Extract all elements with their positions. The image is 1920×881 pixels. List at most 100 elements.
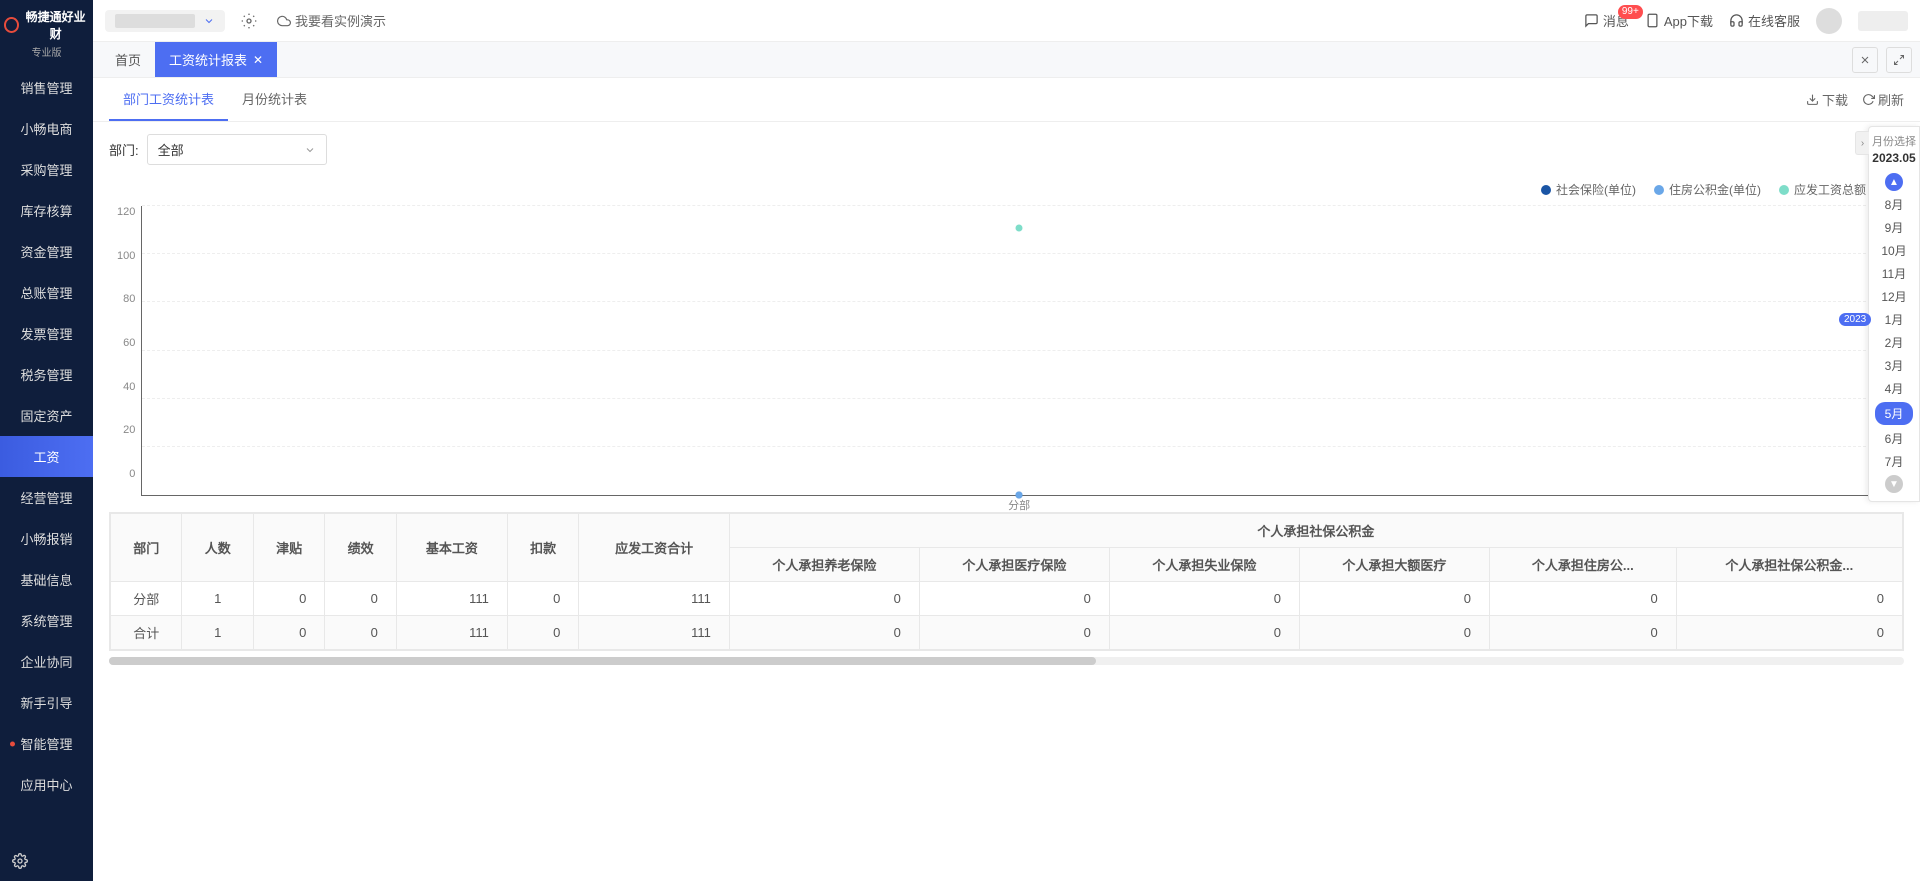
refresh-button[interactable]: 刷新 [1862, 90, 1904, 109]
legend-dot-icon [1541, 185, 1551, 195]
chart-point[interactable] [1016, 492, 1023, 499]
cell-payable: 111 [579, 616, 730, 650]
cell-p_dae: 0 [1299, 582, 1489, 616]
y-tick: 100 [117, 250, 135, 262]
cell-p_yanglao: 0 [729, 582, 919, 616]
fullscreen-button[interactable] [1886, 47, 1912, 73]
tab-label: 首页 [115, 50, 141, 69]
th-allowance: 津贴 [253, 514, 324, 582]
sidebar-item-16[interactable]: 智能管理 [0, 723, 93, 764]
month-item-2[interactable]: 10月 [1869, 239, 1919, 262]
sidebar-item-label: 采购管理 [20, 163, 72, 178]
cell-payable: 111 [579, 582, 730, 616]
cell-count: 1 [182, 616, 253, 650]
avatar[interactable] [1816, 8, 1842, 34]
gear-icon [241, 13, 257, 29]
sidebar-item-label: 基础信息 [20, 573, 72, 588]
th-personal-group: 个人承担社保公积金 [729, 514, 1902, 548]
sidebar-item-4[interactable]: 资金管理 [0, 231, 93, 272]
app-download-button[interactable]: App下载 [1645, 11, 1713, 30]
sidebar-item-8[interactable]: 固定资产 [0, 395, 93, 436]
legend-item[interactable]: 应发工资总额 [1779, 181, 1866, 198]
support-button[interactable]: 在线客服 [1729, 11, 1800, 30]
sidebar-item-7[interactable]: 税务管理 [0, 354, 93, 395]
sidebar-item-13[interactable]: 系统管理 [0, 600, 93, 641]
month-item-3[interactable]: 11月 [1869, 262, 1919, 285]
month-item-9[interactable]: 5月 [1875, 402, 1913, 425]
legend-item[interactable]: 住房公积金(单位) [1654, 181, 1761, 198]
month-scroll-down[interactable]: ▼ [1885, 475, 1903, 493]
th-p-yiliao: 个人承担医疗保险 [919, 548, 1109, 582]
messages-button[interactable]: 消息 99+ [1584, 11, 1629, 30]
th-p-total: 个人承担社保公积金... [1676, 548, 1902, 582]
th-payable: 应发工资合计 [579, 514, 730, 582]
settings-button[interactable] [0, 841, 93, 881]
chart-point[interactable] [1016, 224, 1023, 231]
cell-dept: 合计 [111, 616, 182, 650]
refresh-label: 刷新 [1878, 90, 1904, 109]
y-tick: 80 [123, 293, 135, 305]
scrollbar-thumb[interactable] [109, 657, 1096, 665]
brand-icon [4, 17, 19, 33]
cell-deduction: 0 [507, 616, 578, 650]
sidebar-item-label: 小畅报销 [20, 532, 72, 547]
sidebar-item-0[interactable]: 销售管理 [0, 67, 93, 108]
sidebar-item-17[interactable]: 应用中心 [0, 764, 93, 805]
month-item-5[interactable]: 1月 [1869, 308, 1919, 331]
tenant-settings[interactable] [237, 9, 261, 33]
sidebar-item-14[interactable]: 企业协同 [0, 641, 93, 682]
filters: 部门: 全部 [93, 122, 1920, 177]
month-panel-label: 月份选择 [1872, 133, 1916, 149]
sidebar-item-10[interactable]: 经营管理 [0, 477, 93, 518]
cell-allowance: 0 [253, 582, 324, 616]
sidebar-item-2[interactable]: 采购管理 [0, 149, 93, 190]
sidebar-item-12[interactable]: 基础信息 [0, 559, 93, 600]
month-item-10[interactable]: 6月 [1869, 427, 1919, 450]
cell-base: 111 [396, 582, 507, 616]
month-item-6[interactable]: 2月 [1869, 331, 1919, 354]
demo-link[interactable]: 我要看实例演示 [277, 11, 386, 30]
month-scroll-up[interactable]: ▲ [1885, 173, 1903, 191]
cell-p_yiliao: 0 [919, 616, 1109, 650]
dept-select[interactable]: 全部 [147, 134, 327, 165]
tenant-selector[interactable] [105, 10, 225, 32]
cell-performance: 0 [325, 616, 396, 650]
sidebar-item-5[interactable]: 总账管理 [0, 272, 93, 313]
month-item-7[interactable]: 3月 [1869, 354, 1919, 377]
horizontal-scrollbar[interactable] [109, 657, 1904, 665]
tab-label: 工资统计报表 [169, 50, 247, 69]
sidebar-item-label: 总账管理 [20, 286, 72, 301]
new-dot-icon [10, 741, 15, 746]
table-scroll[interactable]: 部门 人数 津贴 绩效 基本工资 扣款 应发工资合计 个人承担社保公积金 个人承… [109, 512, 1904, 651]
legend-dot-icon [1779, 185, 1789, 195]
month-item-4[interactable]: 12月 [1869, 285, 1919, 308]
month-item-8[interactable]: 4月 [1869, 377, 1919, 400]
sidebar-item-label: 固定资产 [20, 409, 72, 424]
legend-item[interactable]: 社会保险(单位) [1541, 181, 1636, 198]
sidebar-item-label: 销售管理 [20, 81, 72, 96]
month-item-0[interactable]: 8月 [1869, 193, 1919, 216]
close-tabs-button[interactable] [1852, 47, 1878, 73]
sidebar-item-9[interactable]: 工资 [0, 436, 93, 477]
month-item-11[interactable]: 7月 [1869, 450, 1919, 473]
sidebar-item-label: 库存核算 [20, 204, 72, 219]
logo: 畅捷通好业财 专业版 [0, 0, 93, 67]
subtab-0[interactable]: 部门工资统计表 [109, 78, 228, 121]
month-panel-current: 2023.05 [1872, 151, 1915, 165]
sidebar-item-1[interactable]: 小畅电商 [0, 108, 93, 149]
sidebar-item-11[interactable]: 小畅报销 [0, 518, 93, 559]
tab-0[interactable]: 首页 [101, 42, 155, 77]
sidebar-item-6[interactable]: 发票管理 [0, 313, 93, 354]
subtab-1[interactable]: 月份统计表 [228, 78, 321, 121]
sidebar-item-3[interactable]: 库存核算 [0, 190, 93, 231]
sidebar-item-15[interactable]: 新手引导 [0, 682, 93, 723]
sidebar-item-label: 经营管理 [20, 491, 72, 506]
cell-base: 111 [396, 616, 507, 650]
cell-p_yanglao: 0 [729, 616, 919, 650]
close-icon[interactable]: ✕ [253, 53, 263, 67]
download-button[interactable]: 下载 [1806, 90, 1848, 109]
month-item-1[interactable]: 9月 [1869, 216, 1919, 239]
cell-dept: 分部 [111, 582, 182, 616]
tab-1[interactable]: 工资统计报表 ✕ [155, 42, 277, 77]
month-panel-collapse[interactable]: › [1855, 131, 1869, 155]
